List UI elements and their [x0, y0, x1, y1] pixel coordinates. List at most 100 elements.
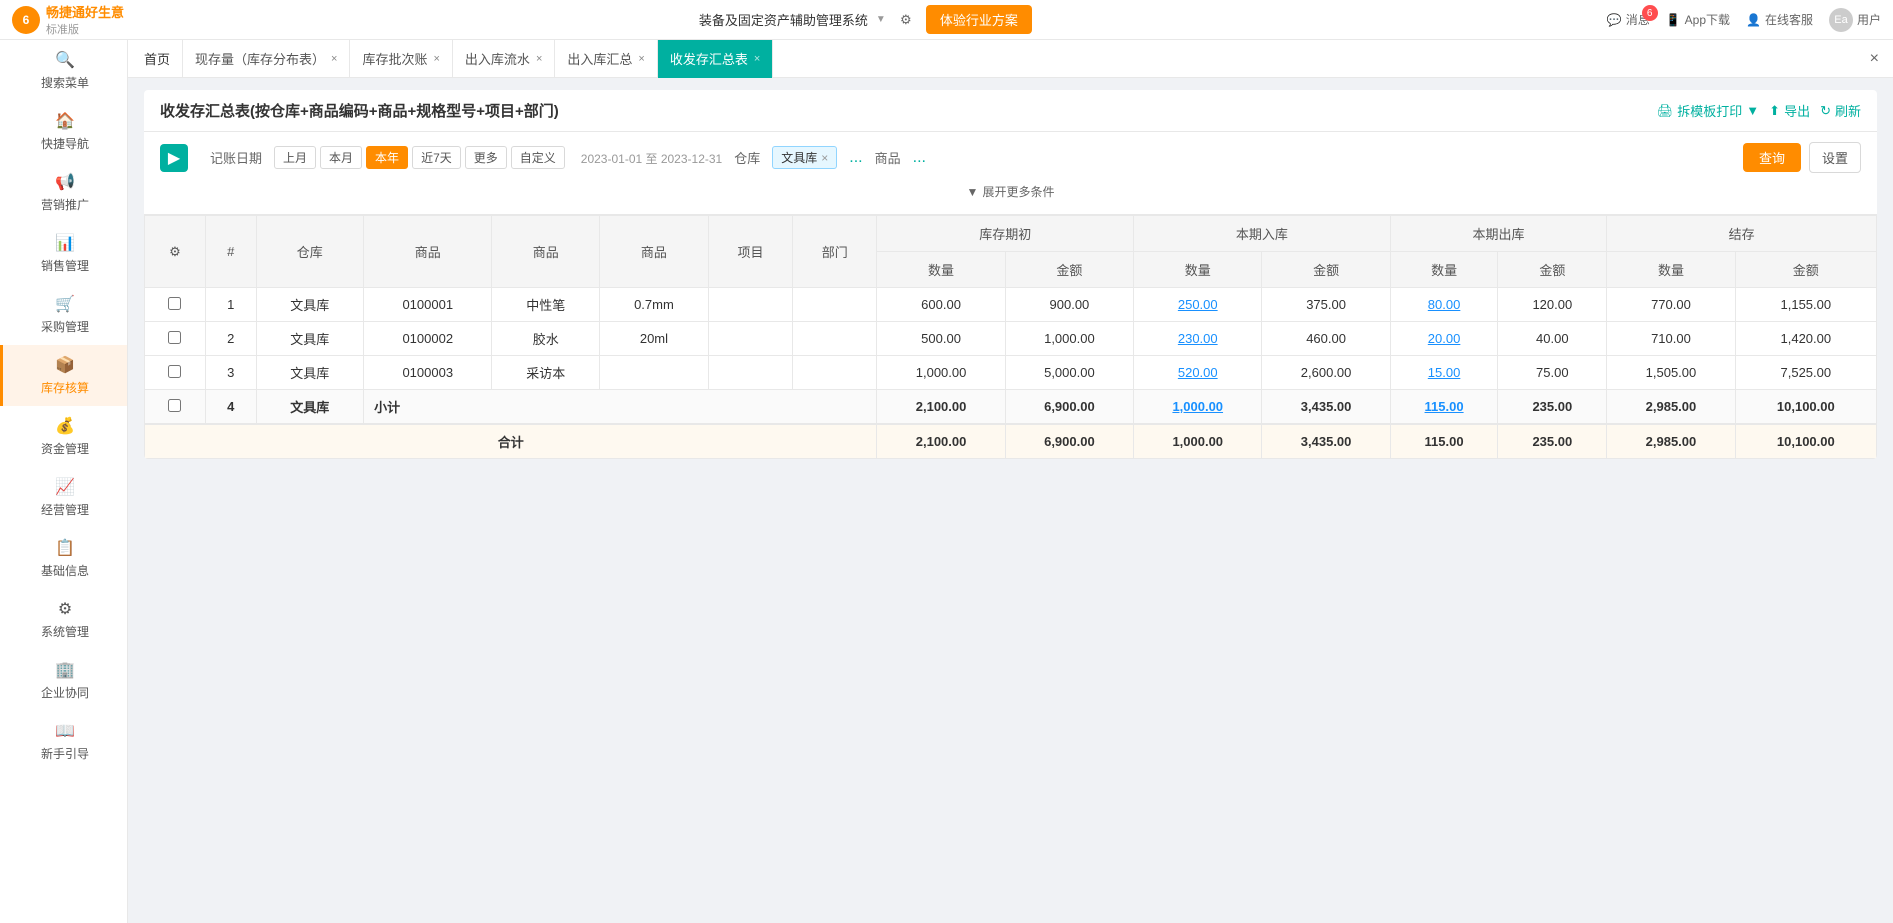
date-btn-this-year[interactable]: 本年	[366, 146, 408, 169]
search-button[interactable]: 查询	[1743, 143, 1801, 172]
close-tab-inout-summary[interactable]: ×	[638, 53, 644, 65]
print-button[interactable]: 🖨 拆模板打印 ▼	[1657, 101, 1759, 120]
row-bal-qty: 710.00	[1607, 322, 1735, 356]
tab-inventory-dist[interactable]: 现存量（库存分布表） ×	[183, 40, 350, 78]
row-dept	[793, 322, 877, 356]
row-product-code: 0100001	[364, 288, 492, 322]
warehouse-more-button[interactable]: ...	[849, 149, 862, 167]
sidebar-label-marketing: 营销推广	[41, 196, 89, 213]
page-content: 收发存汇总表(按仓库+商品编码+商品+规格型号+项目+部门) 🖨 拆模板打印 ▼…	[128, 78, 1893, 923]
total-out-qty: 115.00	[1390, 424, 1498, 459]
close-tab-recv-summary[interactable]: ×	[754, 53, 760, 65]
row-check[interactable]	[145, 356, 206, 390]
total-in-amt: 3,435.00	[1262, 424, 1390, 459]
row-check[interactable]	[145, 288, 206, 322]
sidebar-item-basic-info[interactable]: 📋 基础信息	[0, 528, 127, 589]
marketing-icon: 📢	[55, 172, 75, 192]
sidebar-item-search[interactable]: 🔍 搜索菜单	[0, 40, 127, 101]
sidebar-label-guide: 新手引导	[41, 745, 89, 762]
product-more-button[interactable]: ...	[913, 149, 926, 167]
tab-home-label: 首页	[144, 49, 170, 68]
setting-button[interactable]: 设置	[1809, 142, 1861, 173]
sidebar-item-operations[interactable]: 📈 经营管理	[0, 467, 127, 528]
warehouse-label: 仓库	[734, 148, 760, 167]
row-out-qty[interactable]: 20.00	[1390, 322, 1498, 356]
filter-toggle-button[interactable]: ▶	[160, 144, 188, 172]
user-menu[interactable]: Ea 用户	[1829, 8, 1881, 32]
row-out-qty[interactable]: 80.00	[1390, 288, 1498, 322]
sidebar-item-purchase[interactable]: 🛒 采购管理	[0, 284, 127, 345]
table-wrapper: ⚙ # 仓库 商品 商品 商品 项目 部门 库存期初 本期入库 本期出库	[144, 215, 1877, 459]
app-download-button[interactable]: 📱 App下载	[1666, 11, 1730, 28]
sidebar-item-quick-nav[interactable]: 🏠 快捷导航	[0, 101, 127, 162]
row-out-qty[interactable]: 15.00	[1390, 356, 1498, 390]
sidebar-item-finance[interactable]: 💰 资金管理	[0, 406, 127, 467]
row-in-qty[interactable]: 250.00	[1134, 288, 1262, 322]
tab-recv-summary[interactable]: 收发存汇总表 ×	[658, 40, 773, 78]
th-settings[interactable]: ⚙	[145, 216, 206, 288]
warehouse-tag-remove[interactable]: ×	[821, 151, 828, 165]
row-check[interactable]	[145, 322, 206, 356]
date-btn-7days[interactable]: 近7天	[412, 146, 461, 169]
total-row: 合计 2,100.00 6,900.00 1,000.00 3,435.00 1…	[145, 424, 1877, 459]
subtotal-out-qty[interactable]: 115.00	[1390, 390, 1498, 425]
enterprise-icon: 🏢	[55, 660, 75, 680]
refresh-button[interactable]: ↻ 刷新	[1820, 101, 1861, 120]
total-bal-qty: 2,985.00	[1607, 424, 1735, 459]
title-actions: 🖨 拆模板打印 ▼ ⬆ 导出 ↻ 刷新	[1657, 101, 1861, 120]
row-no: 2	[205, 322, 256, 356]
sidebar-item-guide[interactable]: 📖 新手引导	[0, 711, 127, 772]
row-bal-qty: 770.00	[1607, 288, 1735, 322]
settings-icon[interactable]: ⚙	[894, 8, 918, 32]
th-no: #	[205, 216, 256, 288]
online-service-label: 在线客服	[1765, 11, 1813, 28]
tab-home[interactable]: 首页	[132, 40, 183, 78]
close-tab-batch[interactable]: ×	[433, 53, 439, 65]
export-icon: ⬆	[1769, 103, 1780, 119]
tab-batch[interactable]: 库存批次账 ×	[350, 40, 452, 78]
close-all-tabs[interactable]: ×	[1860, 50, 1889, 68]
tab-inout-summary[interactable]: 出入库汇总 ×	[555, 40, 657, 78]
experience-button[interactable]: 体验行业方案	[926, 5, 1032, 34]
close-tab-inventory-dist[interactable]: ×	[331, 53, 337, 65]
date-btn-more[interactable]: 更多	[465, 146, 507, 169]
online-service-button[interactable]: 👤 在线客服	[1746, 11, 1813, 28]
logo-text: 畅捷通好生意	[46, 2, 124, 21]
filter-row1: ▶ 记账日期 上月 本月 本年 近7天 更多 自定义 2023-01-01 至 …	[160, 142, 1861, 173]
th-out-amt: 金额	[1498, 252, 1607, 288]
subtotal-check[interactable]	[145, 390, 206, 425]
row-open-amt: 1,000.00	[1005, 322, 1133, 356]
sidebar-item-sales[interactable]: 📊 销售管理	[0, 223, 127, 284]
table-row: 1 文具库 0100001 中性笔 0.7mm 600.00 900.00 25…	[145, 288, 1877, 322]
sidebar-item-enterprise[interactable]: 🏢 企业协同	[0, 650, 127, 711]
tab-inout-flow[interactable]: 出入库流水 ×	[453, 40, 555, 78]
subtotal-in-qty[interactable]: 1,000.00	[1134, 390, 1262, 425]
date-btn-last-month[interactable]: 上月	[274, 146, 316, 169]
row-in-qty[interactable]: 520.00	[1134, 356, 1262, 390]
row-product-name: 采访本	[492, 356, 600, 390]
warehouse-tag[interactable]: 文具库 ×	[772, 146, 837, 169]
operations-icon: 📈	[55, 477, 75, 497]
th-out-qty: 数量	[1390, 252, 1498, 288]
th-project: 项目	[708, 216, 792, 288]
sidebar: 🔍 搜索菜单 🏠 快捷导航 📢 营销推广 📊 销售管理 🛒 采购管理 📦 库存核…	[0, 40, 128, 923]
row-bal-amt: 7,525.00	[1735, 356, 1876, 390]
data-table: ⚙ # 仓库 商品 商品 商品 项目 部门 库存期初 本期入库 本期出库	[144, 215, 1877, 459]
row-no: 1	[205, 288, 256, 322]
sidebar-item-marketing[interactable]: 📢 营销推广	[0, 162, 127, 223]
sidebar-item-inventory[interactable]: 📦 库存核算	[0, 345, 127, 406]
th-opening: 库存期初	[877, 216, 1134, 252]
product-label: 商品	[875, 148, 901, 167]
close-tab-inout-flow[interactable]: ×	[536, 53, 542, 65]
th-bal-qty: 数量	[1607, 252, 1735, 288]
th-product-code: 商品	[364, 216, 492, 288]
expand-conditions-button[interactable]: ▼ 展开更多条件	[959, 179, 1063, 204]
sidebar-label-system: 系统管理	[41, 623, 89, 640]
date-btn-custom[interactable]: 自定义	[511, 146, 565, 169]
row-in-qty[interactable]: 230.00	[1134, 322, 1262, 356]
export-button[interactable]: ⬆ 导出	[1769, 101, 1810, 120]
sidebar-item-system[interactable]: ⚙ 系统管理	[0, 589, 127, 650]
system-dropdown[interactable]: ▼	[876, 14, 886, 25]
message-button[interactable]: 💬 消息 6	[1607, 11, 1650, 28]
date-btn-this-month[interactable]: 本月	[320, 146, 362, 169]
